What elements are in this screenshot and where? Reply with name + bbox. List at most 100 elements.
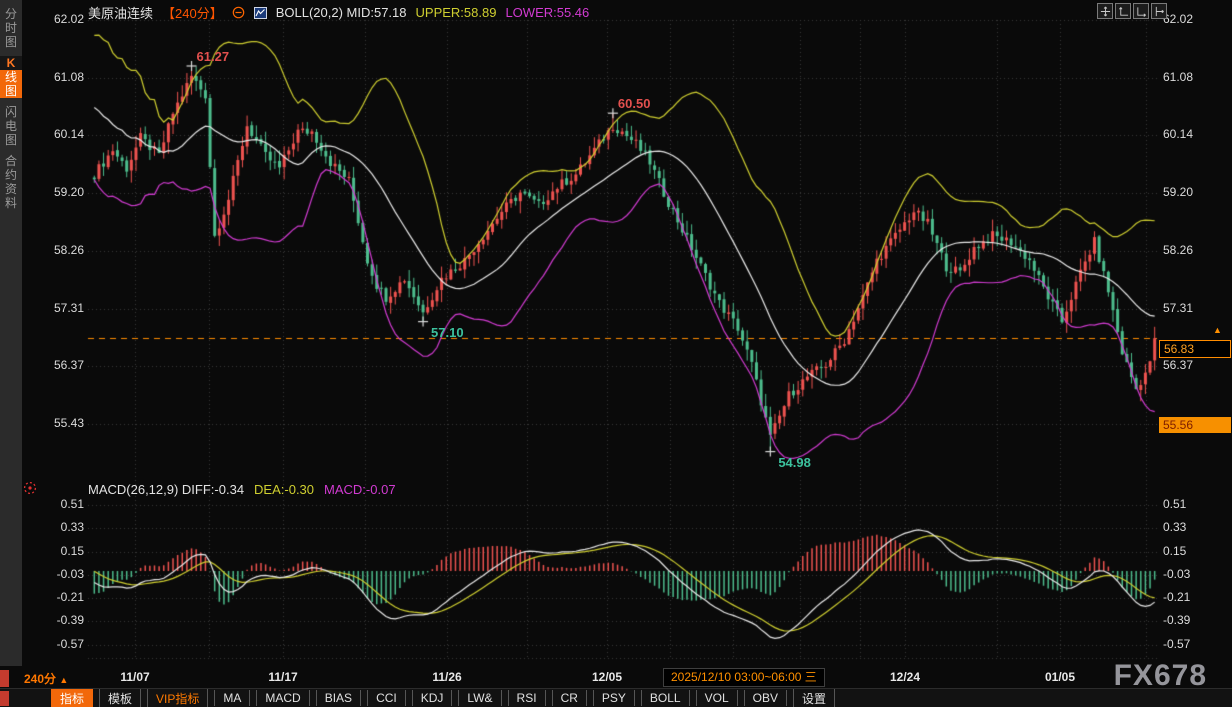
sidebar-tab-char: 电 [0, 119, 22, 133]
price-axis-label-left: 55.43 [28, 416, 84, 430]
price-axis-label-left: 58.26 [28, 243, 84, 257]
macd-axis-label-right: -0.03 [1163, 567, 1219, 581]
sidebar-tab-4[interactable]: 合约资料 [0, 154, 22, 210]
macd-axis-label-right: 0.33 [1163, 520, 1219, 534]
time-axis-label: 11/07 [120, 670, 149, 684]
price-axis-label-left: 60.14 [28, 127, 84, 141]
price-axis-label-right: 57.31 [1163, 301, 1219, 315]
macd-header: MACD(26,12,9) DIFF:-0.34 DEA:-0.30 MACD:… [88, 482, 396, 497]
price-axis-label-left: 59.20 [28, 185, 84, 199]
symbol-name: 美原油连续 [88, 3, 153, 22]
sidebar-tab-char: 料 [0, 196, 22, 210]
chart-canvas[interactable] [0, 0, 1232, 707]
macd-axis-label-right: -0.21 [1163, 590, 1219, 604]
axis-scale-left-icon[interactable] [1115, 3, 1131, 19]
price-annotation-low: 57.10 [431, 325, 464, 340]
timeframe-label[interactable]: 240分 ▲ [24, 670, 68, 687]
toolbar-item-rsi[interactable]: RSI [508, 690, 546, 706]
sidebar-tab-char: K [0, 56, 22, 70]
period-label[interactable]: 【240分】 [162, 3, 223, 22]
sidebar-tab-char: 图 [0, 35, 22, 49]
price-annotation-high: 61.27 [197, 49, 230, 64]
boll-mid-value: BOLL(20,2) MID:57.18 [276, 5, 407, 20]
toolbar-item-指标[interactable]: 指标 [51, 689, 93, 707]
sidebar-tab-char: 资 [0, 182, 22, 196]
price-axis-label-right: 58.26 [1163, 243, 1219, 257]
price-axis-label-right: 59.20 [1163, 185, 1219, 199]
price-axis-label-right: 62.02 [1163, 12, 1219, 26]
macd-axis-label-right: -0.57 [1163, 637, 1219, 651]
sidebar-tab-char: 图 [0, 133, 22, 147]
price-up-arrow-icon: ▲ [1213, 325, 1222, 335]
toolbar-item-ma[interactable]: MA [214, 690, 250, 706]
macd-axis-label-right: 0.15 [1163, 544, 1219, 558]
collapse-icon[interactable] [232, 6, 245, 19]
toolbar-item-psy[interactable]: PSY [593, 690, 635, 706]
axis-scale-bottom-icon[interactable] [1133, 3, 1149, 19]
price-annotation-high: 60.50 [618, 96, 651, 111]
pan-icon[interactable] [1097, 3, 1113, 19]
macd-axis-label-left: -0.39 [28, 613, 84, 627]
price-axis-label-left: 61.08 [28, 70, 84, 84]
indicator-chart-icon[interactable] [254, 7, 267, 19]
sidebar-tab-char: 时 [0, 21, 22, 35]
macd-bar-value: MACD:-0.07 [324, 482, 396, 497]
macd-axis-label-left: 0.33 [28, 520, 84, 534]
price-annotation-low: 54.98 [778, 455, 811, 470]
time-axis-label: 12/05 [592, 670, 622, 684]
left-edge-marker-bottom [0, 691, 9, 706]
toolbar-item-kdj[interactable]: KDJ [412, 690, 453, 706]
toolbar-item-vol[interactable]: VOL [696, 690, 738, 706]
chart-tool-buttons [1097, 3, 1167, 19]
sidebar-tab-3[interactable]: 闪电图 [0, 105, 22, 147]
sidebar-tab-char: 约 [0, 168, 22, 182]
sidebar-tab-char: 线 [0, 70, 22, 84]
boll-lower-value: LOWER:55.46 [505, 5, 589, 20]
axis-shift-right-icon[interactable] [1151, 3, 1167, 19]
sidebar: 分时图K线图闪电图合约资料 [0, 0, 22, 666]
toolbar-item-模板[interactable]: 模板 [99, 689, 141, 707]
toolbar-item-boll[interactable]: BOLL [641, 690, 690, 706]
macd-diff-value: MACD(26,12,9) DIFF:-0.34 [88, 482, 244, 497]
trading-app-window: 分时图K线图闪电图合约资料 美原油连续 【240分】 BOLL(20,2) MI… [0, 0, 1232, 707]
macd-axis-label-right: -0.39 [1163, 613, 1219, 627]
sidebar-tab-char: 闪 [0, 105, 22, 119]
macd-dea-value: DEA:-0.30 [254, 482, 314, 497]
sidebar-tab-char: 图 [0, 84, 22, 98]
time-axis-label: 11/17 [268, 670, 297, 684]
sidebar-tab-2[interactable]: K线图 [0, 56, 22, 98]
price-axis-label-right: 61.08 [1163, 70, 1219, 84]
price-axis-label-right: 60.14 [1163, 127, 1219, 141]
triangle-up-icon: ▲ [59, 675, 68, 685]
price-axis-label-right: 56.37 [1163, 358, 1219, 372]
current-price-tag: 56.83 [1159, 340, 1231, 358]
indicator-toolbar: 指标模板 VIP指标 MA MACD BIAS CCI KDJ LW&RSI CR PSY BOLL… [0, 688, 1232, 707]
macd-axis-label-left: -0.21 [28, 590, 84, 604]
time-axis-label: 12/24 [890, 670, 920, 684]
time-axis-label: 11/26 [432, 670, 461, 684]
sidebar-tab-char: 分 [0, 7, 22, 21]
toolbar-item-obv[interactable]: OBV [744, 690, 787, 706]
toolbar-item-lw&[interactable]: LW& [458, 690, 501, 706]
time-axis-label: 01/05 [1045, 670, 1075, 684]
toolbar-item-macd[interactable]: MACD [256, 690, 309, 706]
price-axis-label-left: 57.31 [28, 301, 84, 315]
toolbar-item-设置[interactable]: 设置 [793, 689, 835, 707]
macd-axis-label-left: 0.15 [28, 544, 84, 558]
sidebar-tab-char: 合 [0, 154, 22, 168]
toolbar-item-bias[interactable]: BIAS [316, 690, 361, 706]
toolbar-item-cci[interactable]: CCI [367, 690, 406, 706]
macd-axis-label-left: -0.57 [28, 637, 84, 651]
boll-upper-value: UPPER:58.89 [416, 5, 497, 20]
selected-candle-time: 2025/12/10 03:00~06:00 三 [663, 668, 825, 687]
toolbar-item-vip指标[interactable]: VIP指标 [147, 689, 208, 707]
left-edge-marker-top [0, 670, 9, 687]
price-axis-label-left: 62.02 [28, 12, 84, 26]
indicator-marker-icon[interactable] [23, 481, 37, 500]
session-low-tag: 55.56 [1159, 417, 1231, 433]
toolbar-item-cr[interactable]: CR [552, 690, 587, 706]
macd-axis-label-left: -0.03 [28, 567, 84, 581]
price-axis-label-left: 56.37 [28, 358, 84, 372]
sidebar-tab-1[interactable]: 分时图 [0, 7, 22, 49]
chart-header: 美原油连续 【240分】 BOLL(20,2) MID:57.18 UPPER:… [88, 3, 589, 22]
